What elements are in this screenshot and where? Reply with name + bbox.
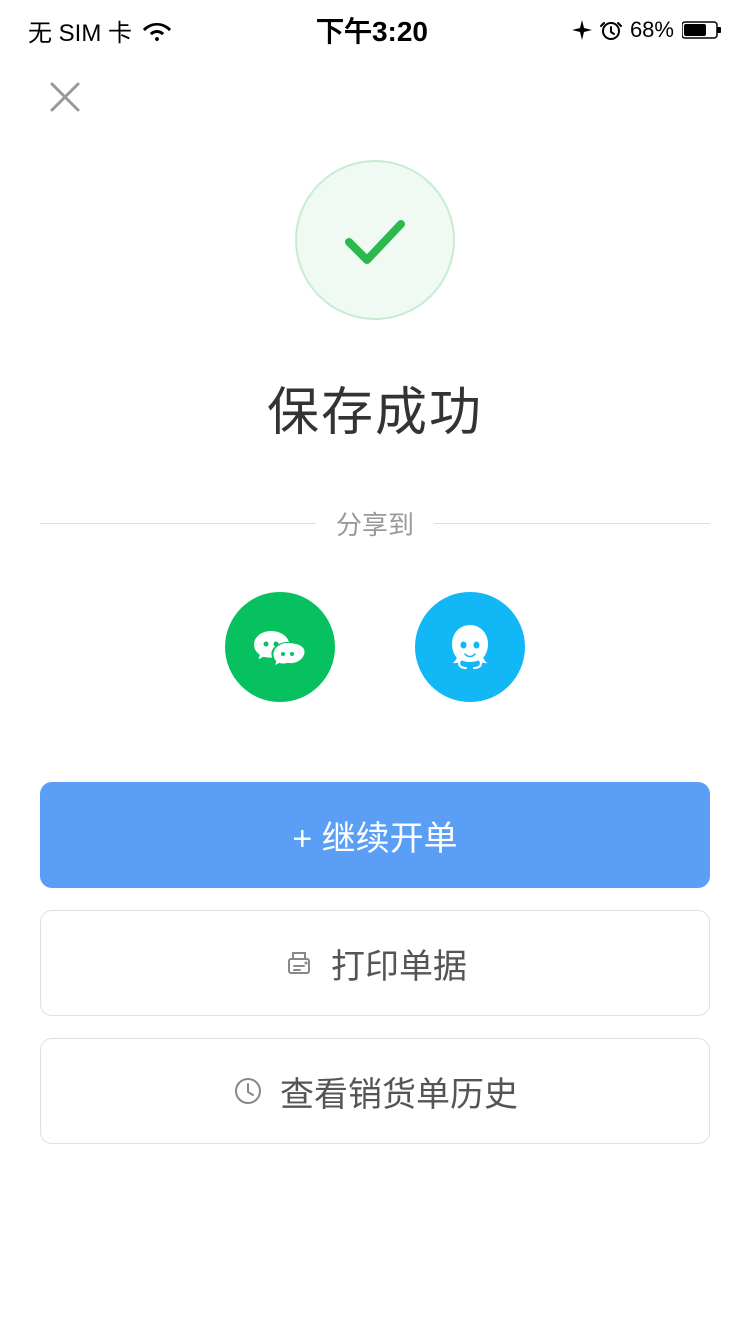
continue-order-label: + 继续开单 <box>292 811 457 860</box>
continue-order-button[interactable]: + 继续开单 <box>40 782 710 888</box>
no-sim-text: 无 SIM 卡 <box>28 13 132 48</box>
qq-icon <box>440 617 500 677</box>
battery-text: 68% <box>630 17 674 43</box>
wifi-icon <box>142 19 172 41</box>
main-content: 保存成功 分享到 <box>0 60 750 1144</box>
history-icon <box>232 1075 264 1107</box>
share-section: 分享到 <box>0 505 750 782</box>
wechat-icon <box>249 621 311 673</box>
share-label: 分享到 <box>336 505 414 542</box>
wechat-share-button[interactable] <box>225 592 335 702</box>
history-button[interactable]: 查看销货单历史 <box>40 1038 710 1144</box>
history-label: 查看销货单历史 <box>280 1067 518 1116</box>
qq-share-button[interactable] <box>415 592 525 702</box>
action-buttons: + 继续开单 打印单据 查看销货单历史 <box>0 782 750 1144</box>
print-icon <box>283 947 315 979</box>
status-time: 下午3:20 <box>316 10 428 50</box>
battery-icon <box>682 20 722 40</box>
close-button[interactable] <box>40 72 90 122</box>
status-left: 无 SIM 卡 <box>28 13 172 48</box>
alarm-icon <box>600 19 622 41</box>
share-divider: 分享到 <box>40 505 710 542</box>
status-right: 68% <box>572 17 722 43</box>
print-button[interactable]: 打印单据 <box>40 910 710 1016</box>
print-label: 打印单据 <box>331 939 467 988</box>
success-title: 保存成功 <box>267 370 483 445</box>
location-icon <box>572 20 592 40</box>
status-bar: 无 SIM 卡 下午3:20 68% <box>0 0 750 60</box>
checkmark-icon <box>335 200 415 280</box>
success-circle <box>295 160 455 320</box>
share-icons <box>40 592 710 702</box>
close-icon <box>48 80 82 114</box>
